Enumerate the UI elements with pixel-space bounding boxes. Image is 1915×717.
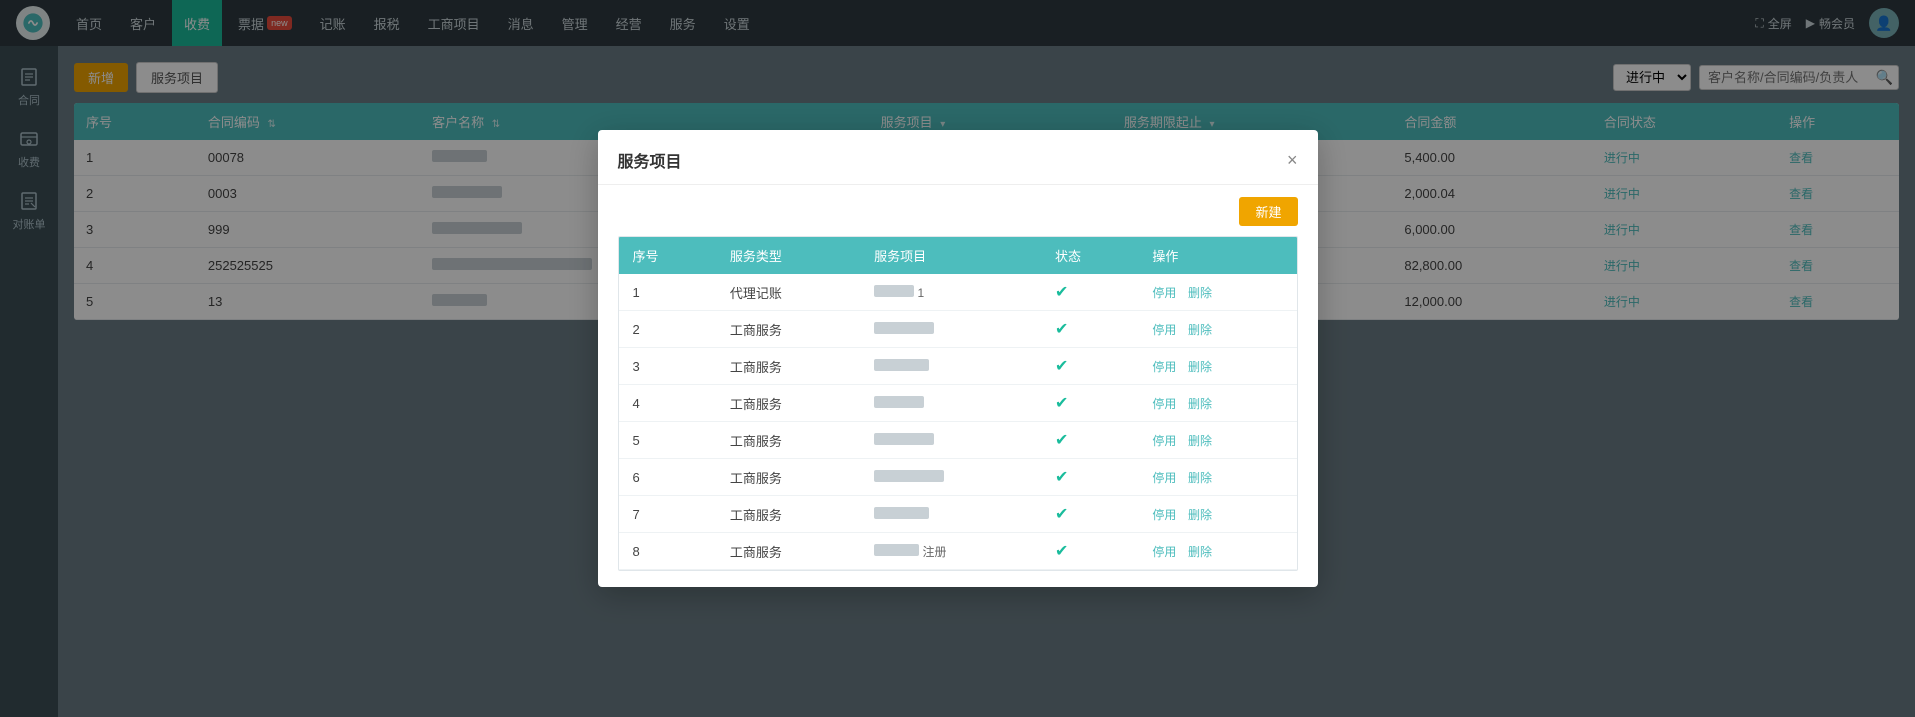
modal-table-row: 1 代理记账 1 ✔ 停用 删除 xyxy=(619,274,1297,311)
modal-toolbar: 新建 xyxy=(618,197,1298,226)
modal-cell-action: 停用 删除 xyxy=(1138,348,1296,385)
modal-table-row: 6 工商服务 ✔ 停用 删除 xyxy=(619,459,1297,496)
delete-button[interactable]: 删除 xyxy=(1188,434,1212,448)
modal-col-type: 服务类型 xyxy=(716,237,860,274)
modal-cell-seq: 2 xyxy=(619,311,716,348)
modal-title: 服务项目 xyxy=(618,148,682,172)
delete-button[interactable]: 删除 xyxy=(1188,471,1212,485)
modal-cell-action: 停用 删除 xyxy=(1138,422,1296,459)
modal-table-row: 4 工商服务 ✔ 停用 删除 xyxy=(619,385,1297,422)
modal-cell-item xyxy=(860,348,1041,385)
modal-cell-item xyxy=(860,459,1041,496)
stop-button[interactable]: 停用 xyxy=(1152,545,1176,559)
modal-cell-action: 停用 删除 xyxy=(1138,533,1296,570)
modal-body: 新建 序号 服务类型 服务项目 状态 操作 1 代理记账 xyxy=(598,185,1318,587)
status-check-icon: ✔ xyxy=(1055,395,1068,412)
modal-cell-action: 停用 删除 xyxy=(1138,311,1296,348)
status-check-icon: ✔ xyxy=(1055,358,1068,375)
stop-button[interactable]: 停用 xyxy=(1152,360,1176,374)
delete-button[interactable]: 删除 xyxy=(1188,397,1212,411)
status-check-icon: ✔ xyxy=(1055,506,1068,523)
modal-close-button[interactable]: × xyxy=(1287,151,1298,169)
modal-table-row: 3 工商服务 ✔ 停用 删除 xyxy=(619,348,1297,385)
modal-cell-item xyxy=(860,385,1041,422)
modal-cell-item xyxy=(860,311,1041,348)
modal-cell-action: 停用 删除 xyxy=(1138,496,1296,533)
modal-new-button[interactable]: 新建 xyxy=(1239,197,1297,226)
modal-cell-seq: 8 xyxy=(619,533,716,570)
delete-button[interactable]: 删除 xyxy=(1188,286,1212,300)
delete-button[interactable]: 删除 xyxy=(1188,360,1212,374)
modal-cell-seq: 7 xyxy=(619,496,716,533)
status-check-icon: ✔ xyxy=(1055,543,1068,560)
modal-cell-status: ✔ xyxy=(1041,459,1138,496)
modal-cell-type: 工商服务 xyxy=(716,311,860,348)
modal-cell-action: 停用 删除 xyxy=(1138,385,1296,422)
delete-button[interactable]: 删除 xyxy=(1188,323,1212,337)
modal-cell-status: ✔ xyxy=(1041,385,1138,422)
status-check-icon: ✔ xyxy=(1055,321,1068,338)
modal-cell-seq: 1 xyxy=(619,274,716,311)
delete-button[interactable]: 删除 xyxy=(1188,508,1212,522)
modal-cell-type: 工商服务 xyxy=(716,422,860,459)
modal-col-status: 状态 xyxy=(1041,237,1138,274)
modal-header: 服务项目 × xyxy=(598,130,1318,185)
modal-cell-status: ✔ xyxy=(1041,311,1138,348)
stop-button[interactable]: 停用 xyxy=(1152,508,1176,522)
stop-button[interactable]: 停用 xyxy=(1152,471,1176,485)
modal-cell-item: 注册 xyxy=(860,533,1041,570)
status-check-icon: ✔ xyxy=(1055,432,1068,449)
stop-button[interactable]: 停用 xyxy=(1152,323,1176,337)
modal-cell-status: ✔ xyxy=(1041,533,1138,570)
modal-cell-seq: 5 xyxy=(619,422,716,459)
modal-col-seq: 序号 xyxy=(619,237,716,274)
modal-cell-item xyxy=(860,496,1041,533)
modal-table-row: 2 工商服务 ✔ 停用 删除 xyxy=(619,311,1297,348)
modal-table-row: 8 工商服务 注册 ✔ 停用 删除 xyxy=(619,533,1297,570)
modal-col-item: 服务项目 xyxy=(860,237,1041,274)
modal-cell-action: 停用 删除 xyxy=(1138,274,1296,311)
modal-cell-type: 代理记账 xyxy=(716,274,860,311)
status-check-icon: ✔ xyxy=(1055,284,1068,301)
modal-table-wrap[interactable]: 序号 服务类型 服务项目 状态 操作 1 代理记账 1 ✔ 停用 删除 2 工商… xyxy=(618,236,1298,571)
modal-overlay[interactable]: 服务项目 × 新建 序号 服务类型 服务项目 状态 操作 xyxy=(0,0,1915,717)
modal-cell-type: 工商服务 xyxy=(716,459,860,496)
modal-cell-status: ✔ xyxy=(1041,348,1138,385)
stop-button[interactable]: 停用 xyxy=(1152,434,1176,448)
service-items-table: 序号 服务类型 服务项目 状态 操作 1 代理记账 1 ✔ 停用 删除 2 工商… xyxy=(619,237,1297,570)
modal-cell-item xyxy=(860,422,1041,459)
stop-button[interactable]: 停用 xyxy=(1152,397,1176,411)
stop-button[interactable]: 停用 xyxy=(1152,286,1176,300)
delete-button[interactable]: 删除 xyxy=(1188,545,1212,559)
modal-table-row: 5 工商服务 ✔ 停用 删除 xyxy=(619,422,1297,459)
modal-table-row: 7 工商服务 ✔ 停用 删除 xyxy=(619,496,1297,533)
modal-cell-type: 工商服务 xyxy=(716,348,860,385)
service-items-modal: 服务项目 × 新建 序号 服务类型 服务项目 状态 操作 xyxy=(598,130,1318,587)
modal-cell-type: 工商服务 xyxy=(716,385,860,422)
modal-cell-seq: 4 xyxy=(619,385,716,422)
modal-cell-status: ✔ xyxy=(1041,496,1138,533)
status-check-icon: ✔ xyxy=(1055,469,1068,486)
modal-cell-item: 1 xyxy=(860,274,1041,311)
modal-cell-status: ✔ xyxy=(1041,422,1138,459)
modal-header-row: 序号 服务类型 服务项目 状态 操作 xyxy=(619,237,1297,274)
modal-cell-type: 工商服务 xyxy=(716,533,860,570)
modal-cell-type: 工商服务 xyxy=(716,496,860,533)
modal-col-action: 操作 xyxy=(1138,237,1296,274)
modal-cell-action: 停用 删除 xyxy=(1138,459,1296,496)
modal-cell-seq: 3 xyxy=(619,348,716,385)
modal-cell-seq: 6 xyxy=(619,459,716,496)
modal-cell-status: ✔ xyxy=(1041,274,1138,311)
